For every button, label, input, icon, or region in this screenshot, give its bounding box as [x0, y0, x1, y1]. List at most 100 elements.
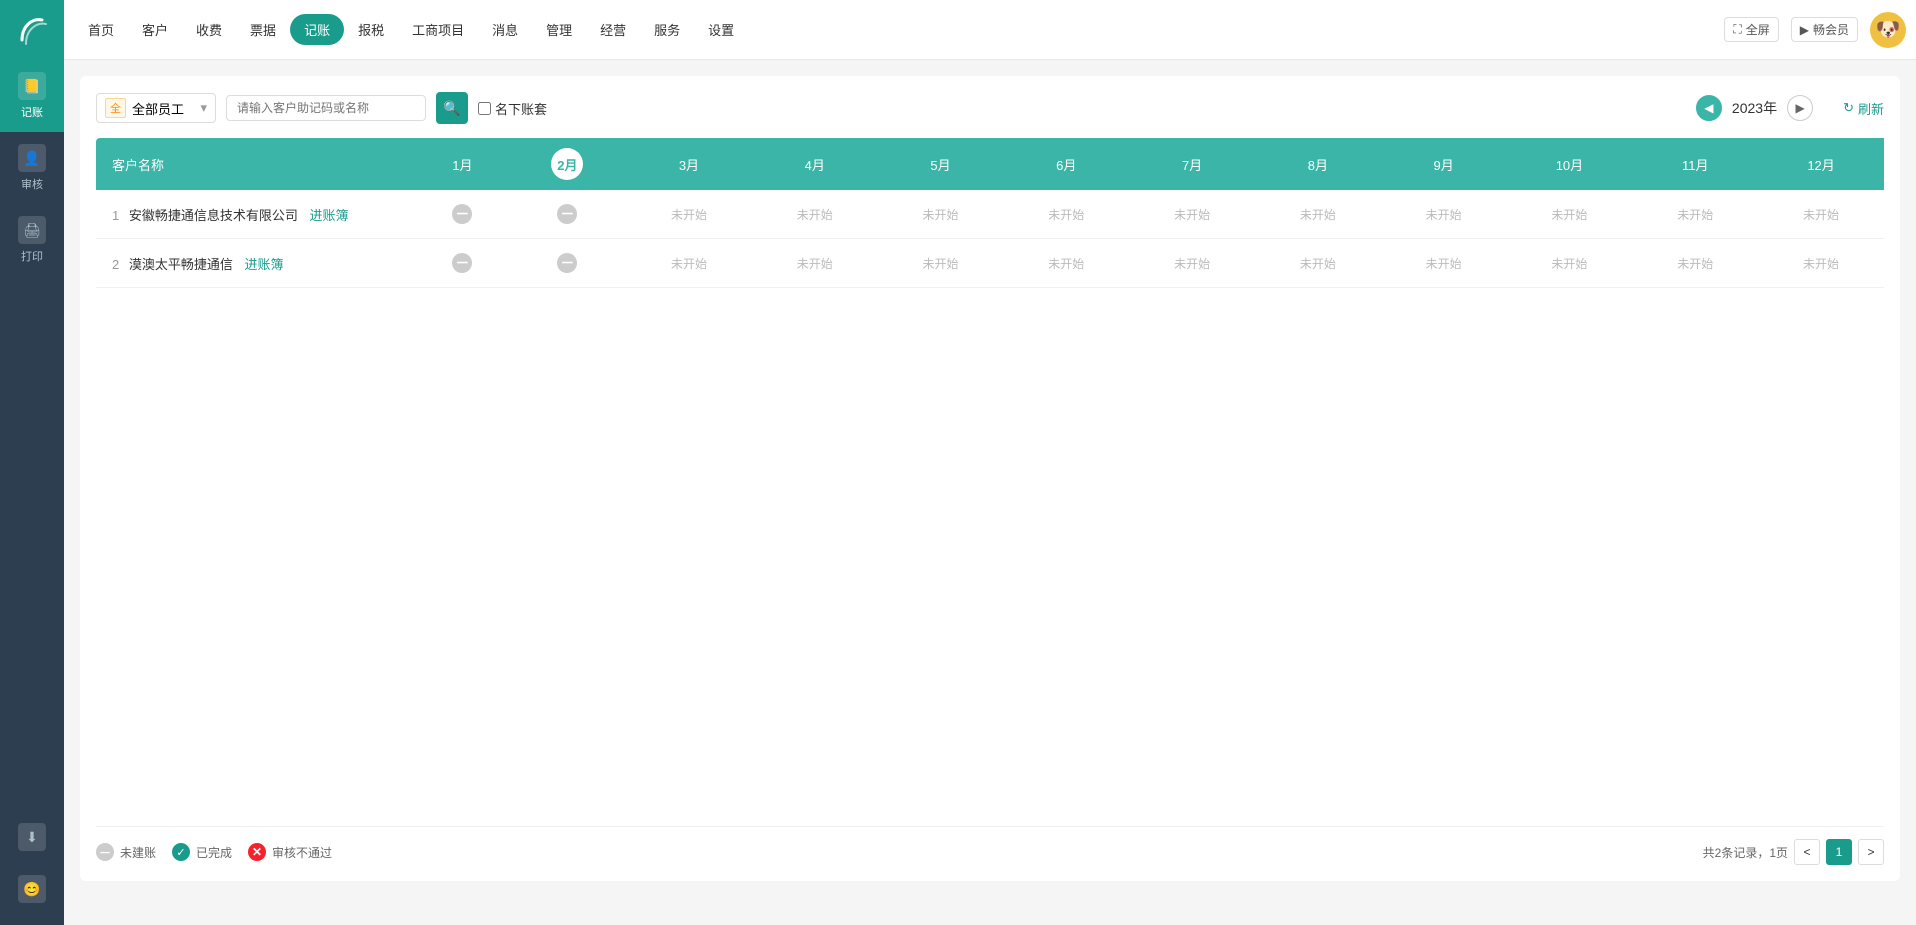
nav-message[interactable]: 消息 [478, 14, 532, 45]
search-button[interactable]: 🔍 [436, 92, 468, 124]
nav-settings[interactable]: 设置 [694, 14, 748, 45]
sidebar-item-download[interactable]: ⬇ [0, 811, 64, 863]
content-card: 全 全部员工 ▾ 🔍 名下账套 ◀ 2023年 ▶ [80, 76, 1900, 881]
help-icon: 😊 [18, 875, 46, 903]
vip-label: 畅会员 [1813, 21, 1849, 38]
month-cell-2-5: 未开始 [878, 239, 1004, 288]
client-name-text: 漠澳太平畅捷通信 [129, 257, 233, 272]
month-cell-1-3: 未开始 [626, 190, 752, 239]
col-header-m1: 1月 [416, 138, 509, 190]
table-header-row: 客户名称 1月 2月 3月 4月 5月 6月 7月 8月 9月 [96, 138, 1884, 190]
col-header-m9: 9月 [1381, 138, 1507, 190]
month-cell-1-4: 未开始 [752, 190, 878, 239]
nav-invoice[interactable]: 票据 [236, 14, 290, 45]
my-accounts-checkbox[interactable] [478, 102, 491, 115]
month-cell-1-10: 未开始 [1507, 190, 1633, 239]
client-name-cell: 1 安徽畅捷通信息技术有限公司 进账簿 [96, 190, 416, 239]
sidebar-bottom: ⬇ 😊 [0, 811, 64, 925]
month-cell-1-8: 未开始 [1255, 190, 1381, 239]
nav-fee[interactable]: 收费 [182, 14, 236, 45]
legend-dot-grey: － [96, 843, 114, 861]
refresh-icon: ↻ [1843, 100, 1854, 116]
legend-label-rejected: 审核不通过 [272, 844, 332, 861]
dash-icon[interactable]: － [452, 253, 472, 273]
jizh-icon: 📒 [18, 72, 46, 100]
x-symbol: ✕ [252, 845, 262, 859]
col-header-m10: 10月 [1507, 138, 1633, 190]
col-header-m7: 7月 [1129, 138, 1255, 190]
user-avatar[interactable]: 🐶 [1870, 12, 1906, 48]
search-icon: 🔍 [443, 100, 460, 117]
main-container: 首页 客户 收费 票据 记账 报税 工商项目 消息 管理 经营 服务 设置 ⛶ … [64, 0, 1916, 925]
sidebar-item-label: 打印 [21, 248, 43, 264]
col-header-m4: 4月 [752, 138, 878, 190]
toolbar: 全 全部员工 ▾ 🔍 名下账套 ◀ 2023年 ▶ [96, 92, 1884, 124]
nav-tax[interactable]: 报税 [344, 14, 398, 45]
col-header-m12: 12月 [1758, 138, 1884, 190]
month-cell-2-1[interactable]: － [416, 239, 509, 288]
month-cell-1-12: 未开始 [1758, 190, 1884, 239]
month-cell-1-1[interactable]: － [416, 190, 509, 239]
nav-client[interactable]: 客户 [128, 14, 182, 45]
sidebar-item-label: 记账 [21, 104, 43, 120]
month-cell-2-4: 未开始 [752, 239, 878, 288]
page-prev-btn[interactable]: < [1794, 839, 1820, 865]
dash-icon[interactable]: － [557, 253, 577, 273]
legend-completed: ✓ 已完成 [172, 843, 232, 861]
month-cell-1-9: 未开始 [1381, 190, 1507, 239]
refresh-label: 刷新 [1858, 99, 1884, 118]
download-icon: ⬇ [18, 823, 46, 851]
filter-tag: 全 [105, 98, 126, 118]
sidebar-item-shenhe[interactable]: 👤 审核 [0, 132, 64, 204]
content-area: 全 全部员工 ▾ 🔍 名下账套 ◀ 2023年 ▶ [64, 60, 1916, 925]
col-header-m6: 6月 [1003, 138, 1129, 190]
legend: － 未建账 ✓ 已完成 ✕ 审核不通过 [96, 843, 332, 861]
month-cell-2-9: 未开始 [1381, 239, 1507, 288]
my-accounts-filter[interactable]: 名下账套 [478, 99, 547, 118]
page-next-btn[interactable]: > [1858, 839, 1884, 865]
legend-dot-teal: ✓ [172, 843, 190, 861]
nav-operation[interactable]: 经营 [586, 14, 640, 45]
month-cell-2-2[interactable]: － [509, 239, 626, 288]
page-current-btn[interactable]: 1 [1826, 839, 1852, 865]
search-input[interactable] [226, 95, 426, 121]
fullscreen-btn[interactable]: ⛶ 全屏 [1724, 17, 1778, 42]
nav-service[interactable]: 服务 [640, 14, 694, 45]
nav-home[interactable]: 首页 [74, 14, 128, 45]
chevron-down-icon: ▾ [200, 100, 207, 116]
legend-label-not-built: 未建账 [120, 844, 156, 861]
check-symbol: ✓ [176, 846, 185, 859]
legend-label-completed: 已完成 [196, 844, 232, 861]
refresh-button[interactable]: ↻ 刷新 [1843, 99, 1884, 118]
sidebar-item-jizh[interactable]: 📒 记账 [0, 60, 64, 132]
col-header-client: 客户名称 [96, 138, 416, 190]
fullscreen-icon: ⛶ [1733, 22, 1741, 37]
sidebar-item-label: 审核 [21, 176, 43, 192]
month-cell-1-2[interactable]: － [509, 190, 626, 239]
bookkeeping-table: 客户名称 1月 2月 3月 4月 5月 6月 7月 8月 9月 [96, 138, 1884, 288]
table-footer: － 未建账 ✓ 已完成 ✕ 审核不通过 [96, 826, 1884, 865]
year-display: 2023年 [1732, 98, 1777, 118]
entry-link[interactable]: 进账簿 [310, 208, 349, 223]
row-index: 2 [112, 257, 119, 272]
year-next-btn[interactable]: ▶ [1787, 95, 1813, 121]
nav-manage[interactable]: 管理 [532, 14, 586, 45]
nav-bizitem[interactable]: 工商项目 [398, 14, 478, 45]
month-cell-2-12: 未开始 [1758, 239, 1884, 288]
vip-btn[interactable]: ▶ 畅会员 [1791, 17, 1858, 42]
month-cell-2-10: 未开始 [1507, 239, 1633, 288]
dash-icon[interactable]: － [452, 204, 472, 224]
month-cell-1-7: 未开始 [1129, 190, 1255, 239]
col-header-m11: 11月 [1632, 138, 1758, 190]
sidebar-logo [0, 0, 64, 60]
fullscreen-label: 全屏 [1746, 21, 1770, 38]
dash-icon[interactable]: － [557, 204, 577, 224]
sidebar-item-dayin[interactable]: 🖨 打印 [0, 204, 64, 276]
nav-bookkeeping[interactable]: 记账 [290, 14, 344, 45]
entry-link[interactable]: 进账簿 [245, 257, 284, 272]
employee-filter[interactable]: 全 全部员工 ▾ [96, 93, 216, 123]
total-records-label: 共2条记录，1页 [1703, 844, 1788, 861]
year-prev-btn[interactable]: ◀ [1696, 95, 1722, 121]
col-header-m5: 5月 [878, 138, 1004, 190]
sidebar-item-help[interactable]: 😊 [0, 863, 64, 915]
